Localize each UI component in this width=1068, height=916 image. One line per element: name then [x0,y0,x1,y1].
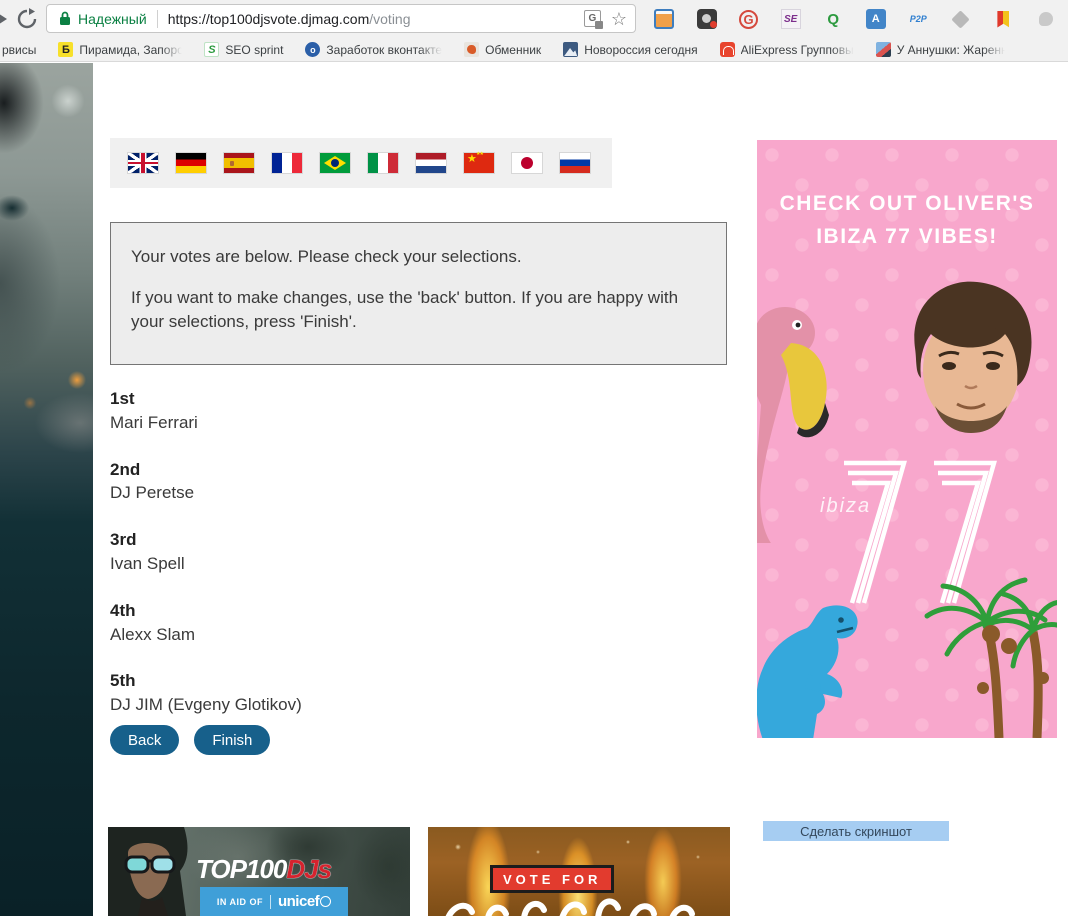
bookmark-favicon: o [305,42,321,57]
url-text[interactable]: https://top100djsvote.djmag.com/voting [168,11,411,27]
language-flags-bar [110,138,612,188]
vote-item: 4th Alexx Slam [110,599,530,647]
bookmark-label: Заработок вконтакте [326,42,443,57]
bookmark-favicon [719,42,735,57]
bookmark-item[interactable]: рвисы [2,43,36,57]
bookmarks-bar: рвисы Б Пирамида, Запорож S SEO sprint o… [0,38,1068,62]
vote-item: 3rd Ivan Spell [110,528,530,576]
browser-window: Надежный https://top100djsvote.djmag.com… [0,0,1068,916]
bookmark-item[interactable]: AliExpress Групповы [719,42,854,57]
bookmark-item[interactable]: Новороссия сегодня [563,42,698,57]
bookmark-label: AliExpress Групповы [740,42,854,57]
vote-item: 1st Mari Ferrari [110,387,530,435]
extension-icons-row: G SE Q A P2P [648,6,1062,32]
secure-label: Надежный [78,10,147,27]
ember-extension-icon[interactable] [1036,9,1056,29]
address-bar[interactable]: Надежный https://top100djsvote.djmag.com… [46,4,636,33]
unicef-logo-icon [320,896,332,907]
notice-line-2: If you want to make changes, use the 'ba… [131,287,679,332]
flag-de[interactable] [176,153,206,173]
back-button[interactable]: Back [110,725,180,755]
script-signature-partial [445,898,695,916]
bookmark-label: Обменник [485,42,542,57]
flag-ru[interactable] [560,153,590,173]
flag-fr[interactable] [272,153,302,173]
vote-item: 2nd DJ Peretse [110,458,530,506]
bookmark-favicon: S [204,42,220,57]
ad-title: CHECK OUT OLIVER'S IBIZA 77 VIBES! [779,192,1035,248]
se-extension-icon[interactable]: SE [780,9,801,29]
bookmark-label: Пирамида, Запорож [79,42,183,57]
top100djs-logo: TOP100DJs [196,854,332,884]
vote-for-label: VOTE FOR [490,865,615,893]
translate-extension-icon[interactable]: A [865,9,886,29]
gplus-extension-icon[interactable]: G [739,9,759,29]
flag-cn[interactable] [464,151,494,173]
palm-trees-illustration [924,577,1057,738]
vote-rank: 2nd [110,459,141,479]
monitor-extension-icon[interactable] [654,9,674,29]
vote-dj-name: DJ Peretse [110,483,195,503]
unicef-bar: IN AID OF unicef [200,887,348,916]
flag-bookmark-extension-icon[interactable] [993,9,1013,29]
bookmark-favicon: Б [58,42,74,57]
secure-lock-icon [60,11,70,25]
vote-dj-name: Ivan Spell [110,553,185,573]
omnibox-divider [156,9,158,28]
forward-icon[interactable] [0,8,10,30]
votes-notice-box: Your votes are below. Please check your … [110,222,727,365]
vote-item: 5th DJ JIM (Evgeny Glotikov) [110,669,530,717]
vote-rank: 3rd [110,530,137,550]
vote-rank: 4th [110,600,136,620]
browser-toolbar: Надежный https://top100djsvote.djmag.com… [0,0,1068,38]
background-photo [0,63,93,916]
bookmark-label: У Аннушки: Жаренн [896,42,1005,57]
bookmark-label: рвисы [2,42,37,57]
vote-for-banner[interactable]: VOTE FOR [428,827,730,916]
p2p-extension-icon[interactable]: P2P [908,9,928,29]
flag-uk[interactable] [128,153,158,173]
vote-rank: 1st [110,389,135,408]
ibiza-word: ibiza [820,495,872,517]
actions-row: Back Finish [110,725,271,755]
vote-dj-name: DJ JIM (Evgeny Glotikov) [110,695,302,715]
vote-rank: 5th [110,671,136,691]
bookmark-label: SEO sprint [225,42,284,57]
bookmark-item[interactable]: Б Пирамида, Запорож [58,42,182,57]
bookmark-label: Новороссия сегодня [584,42,698,57]
bookmark-item[interactable]: У Аннушки: Жаренн [875,42,1005,57]
top100djs-banner[interactable]: TOP100DJs IN AID OF unicef [108,827,410,916]
q-extension-icon[interactable]: Q [823,9,843,29]
oliver-face-photo [914,281,1032,433]
dinosaur-illustration [757,605,858,738]
reload-icon[interactable] [16,8,38,30]
flag-es[interactable] [224,153,254,173]
vote-dj-name: Mari Ferrari [110,412,198,432]
flag-br[interactable] [320,153,350,173]
bookmark-item[interactable]: Обменник [464,42,541,57]
bookmark-favicon [875,42,891,57]
flag-jp[interactable] [512,153,542,173]
flag-nl[interactable] [416,153,446,173]
flag-it[interactable] [368,153,398,173]
cube-extension-icon[interactable] [951,9,971,29]
vote-list: 1st Mari Ferrari 2nd DJ Peretse 3rd Ivan… [110,387,530,740]
bookmark-star-icon[interactable]: ☆ [611,10,627,28]
finish-button[interactable]: Finish [194,725,271,755]
bookmark-item[interactable]: S SEO sprint [204,42,283,57]
ibiza77-ad-banner[interactable]: CHECK OUT OLIVER'S IBIZA 77 VIBES! ibiza [757,140,1057,738]
make-screenshot-button[interactable]: Сделать скриншот [763,821,949,841]
notice-line-1: Your votes are below. Please check your … [131,247,522,266]
vote-dj-name: Alexx Slam [110,624,196,644]
bookmark-item[interactable]: o Заработок вконтакте [305,42,442,57]
translate-page-icon[interactable]: G [583,10,603,29]
bookmark-favicon [563,42,579,57]
page-content: Your votes are below. Please check your … [0,63,1068,916]
camera-lock-extension-icon[interactable] [696,9,717,29]
bookmark-favicon [464,42,480,57]
